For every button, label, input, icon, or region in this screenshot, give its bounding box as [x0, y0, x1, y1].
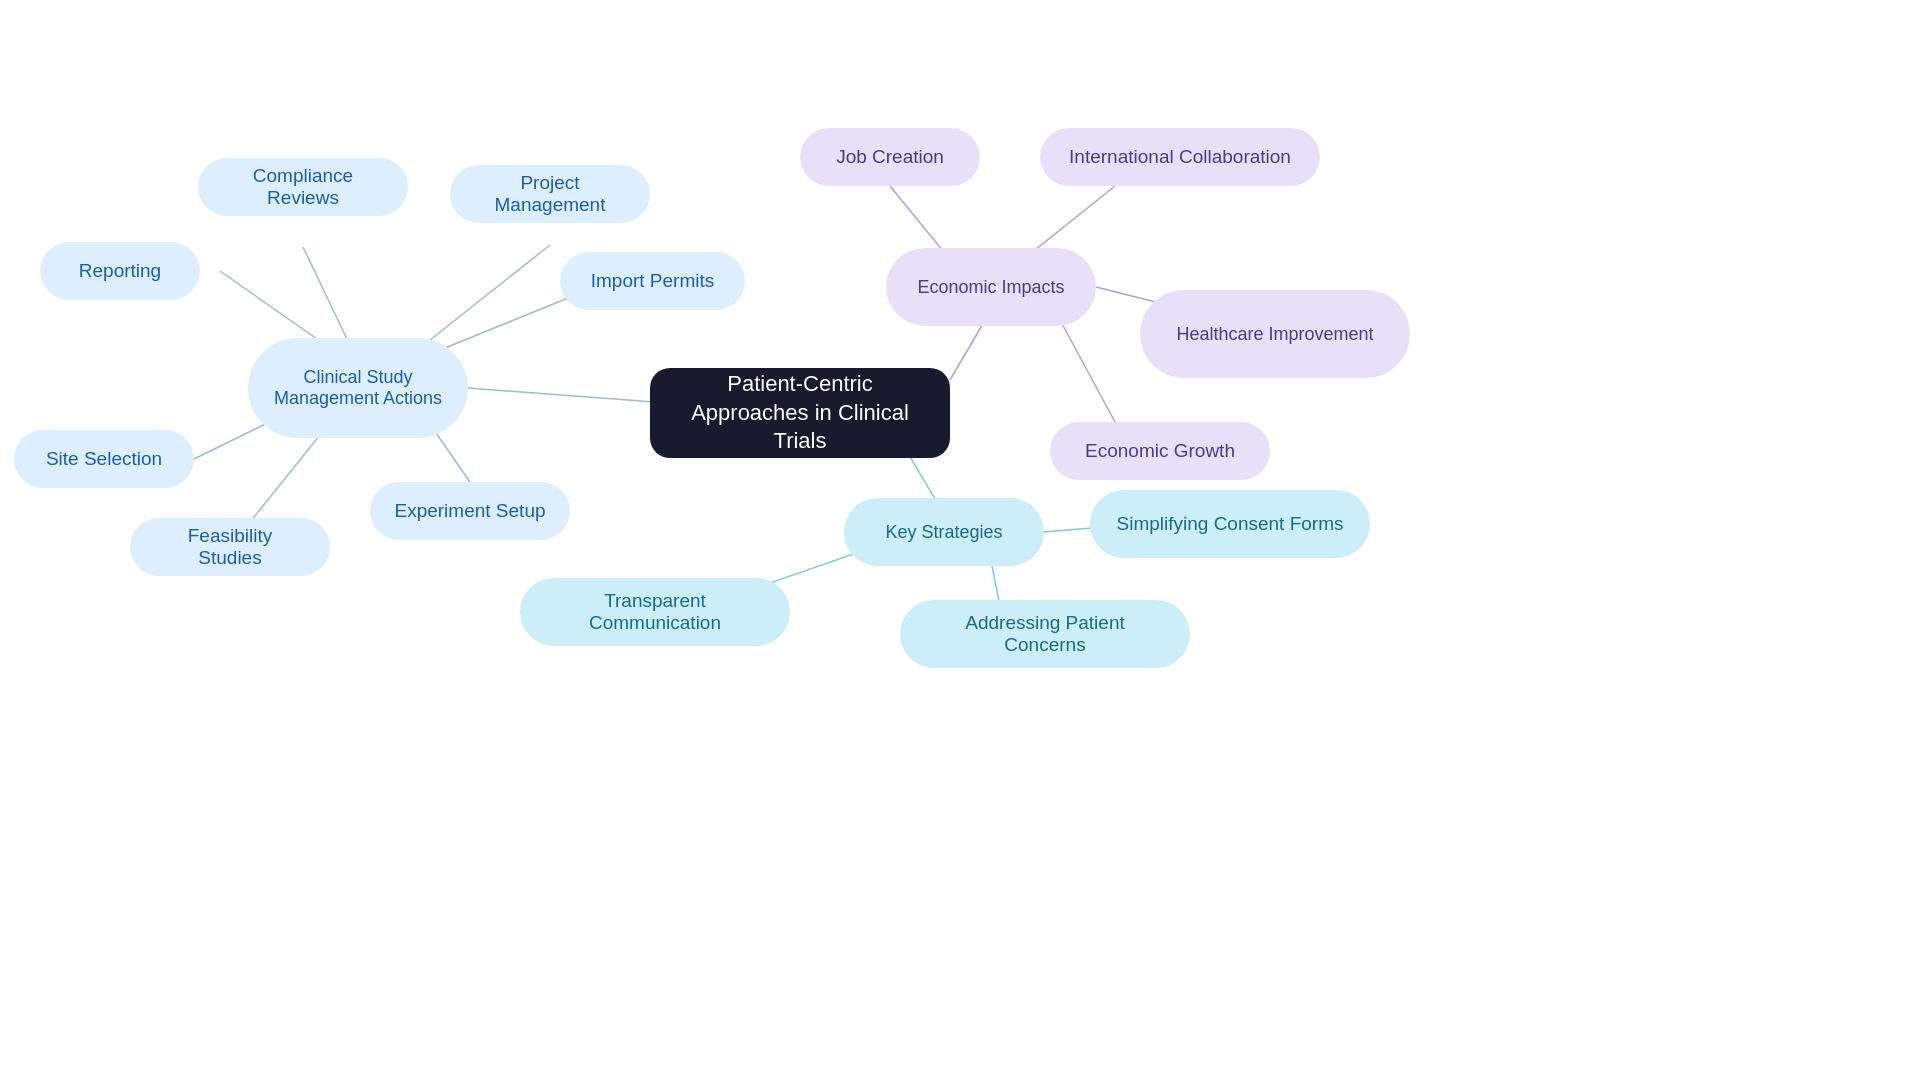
key-strategies-label: Key Strategies — [885, 522, 1002, 543]
economic-growth-node[interactable]: Economic Growth — [1050, 422, 1270, 480]
international-collaboration-node[interactable]: International Collaboration — [1040, 128, 1320, 186]
project-management-label: Project Management — [474, 172, 626, 216]
csma-node[interactable]: Clinical Study Management Actions — [248, 338, 468, 438]
addressing-patient-concerns-node[interactable]: Addressing Patient Concerns — [900, 600, 1190, 668]
reporting-label: Reporting — [79, 260, 161, 282]
international-collaboration-label: International Collaboration — [1069, 146, 1291, 168]
center-node[interactable]: Patient-Centric Approaches in Clinical T… — [650, 368, 950, 458]
svg-line-5 — [430, 245, 550, 340]
site-selection-label: Site Selection — [46, 448, 162, 470]
simplifying-consent-forms-label: Simplifying Consent Forms — [1116, 513, 1343, 535]
key-strategies-node[interactable]: Key Strategies — [844, 498, 1044, 566]
site-selection-node[interactable]: Site Selection — [14, 430, 194, 488]
feasibility-label: Feasibility Studies — [154, 525, 306, 569]
project-management-node[interactable]: Project Management — [450, 165, 650, 223]
transparent-communication-node[interactable]: Transparent Communication — [520, 578, 790, 646]
feasibility-node[interactable]: Feasibility Studies — [130, 518, 330, 576]
compliance-label: Compliance Reviews — [222, 165, 384, 209]
reporting-node[interactable]: Reporting — [40, 242, 200, 300]
economic-growth-label: Economic Growth — [1085, 440, 1235, 462]
center-node-label: Patient-Centric Approaches in Clinical T… — [670, 370, 930, 456]
import-permits-label: Import Permits — [591, 270, 715, 292]
healthcare-improvement-node[interactable]: Healthcare Improvement — [1140, 290, 1410, 378]
csma-label: Clinical Study Management Actions — [272, 367, 444, 409]
economic-impacts-label: Economic Impacts — [917, 277, 1064, 298]
experiment-setup-label: Experiment Setup — [394, 500, 545, 522]
compliance-node[interactable]: Compliance Reviews — [198, 158, 408, 216]
svg-line-12 — [1060, 320, 1115, 422]
simplifying-consent-forms-node[interactable]: Simplifying Consent Forms — [1090, 490, 1370, 558]
job-creation-node[interactable]: Job Creation — [800, 128, 980, 186]
healthcare-improvement-label: Healthcare Improvement — [1176, 324, 1373, 345]
transparent-communication-label: Transparent Communication — [544, 590, 766, 634]
import-permits-node[interactable]: Import Permits — [560, 252, 745, 310]
experiment-setup-node[interactable]: Experiment Setup — [370, 482, 570, 540]
job-creation-label: Job Creation — [836, 146, 944, 168]
addressing-patient-concerns-label: Addressing Patient Concerns — [924, 612, 1166, 656]
economic-impacts-node[interactable]: Economic Impacts — [886, 248, 1096, 326]
